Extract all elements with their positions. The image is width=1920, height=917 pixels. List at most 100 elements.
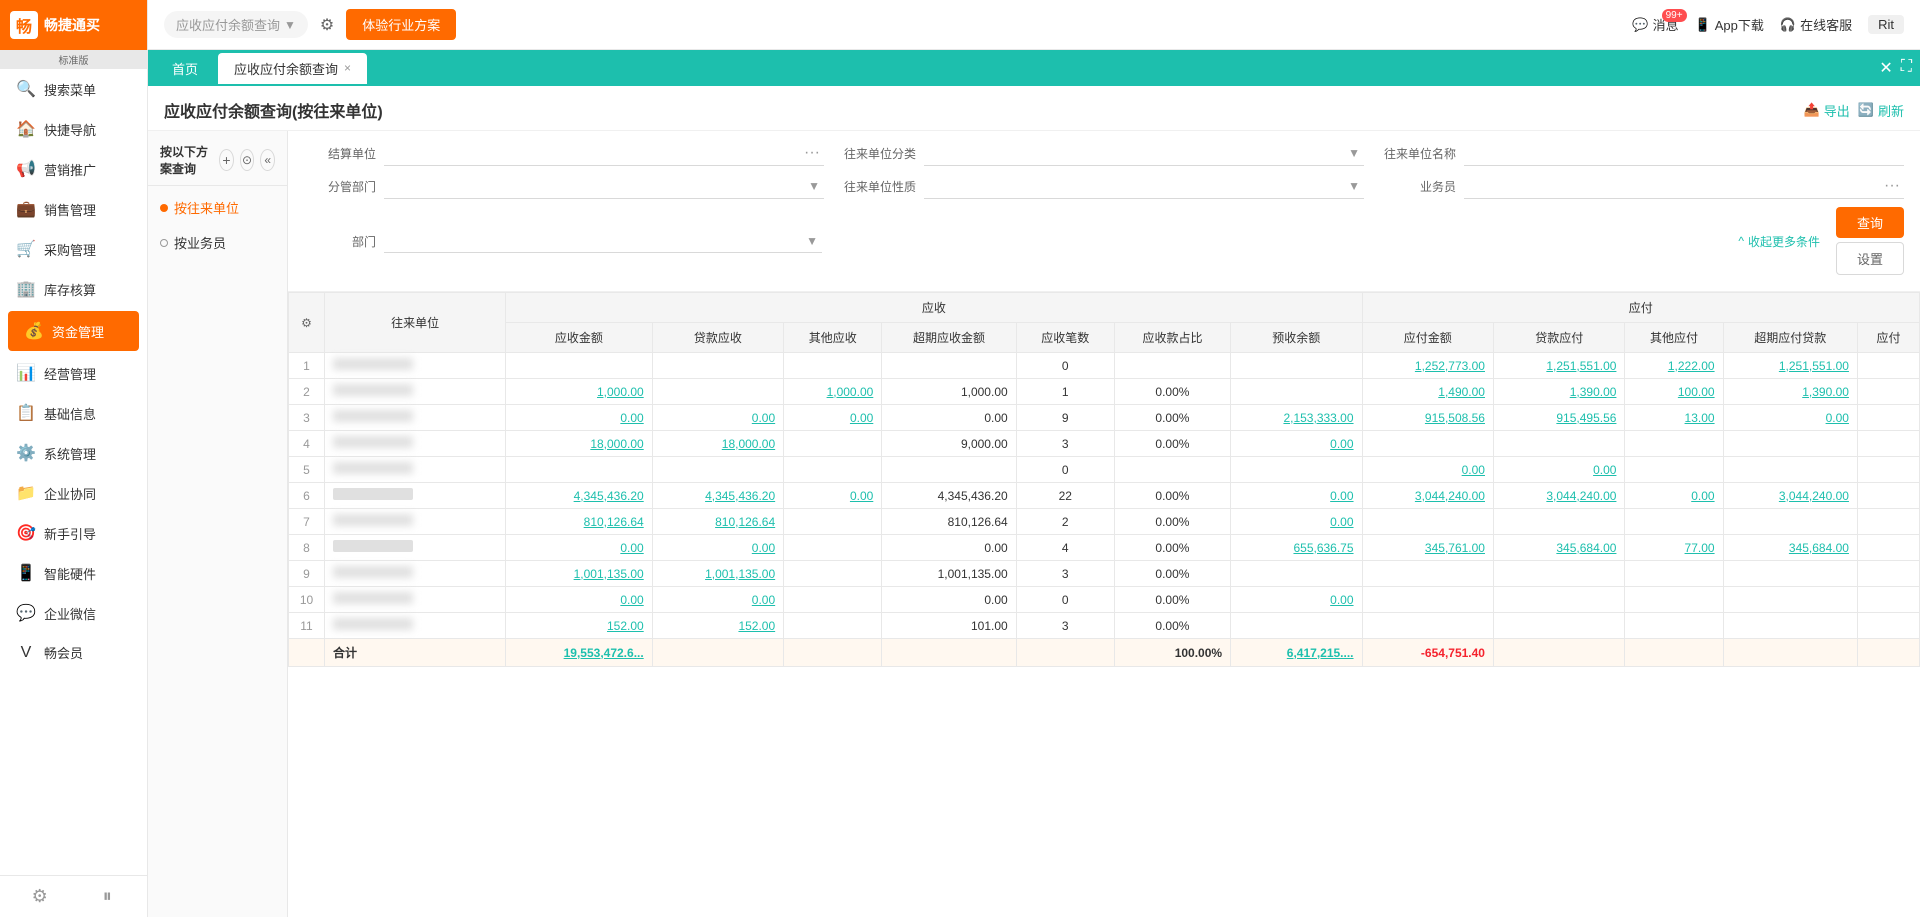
pause-bottom-btn[interactable]: ⏸ (78, 886, 138, 907)
table-cell[interactable]: 152.00 (652, 613, 783, 639)
table-cell[interactable]: 0.00 (652, 535, 783, 561)
partner-category-input[interactable]: ▼ (924, 142, 1364, 166)
table-cell[interactable]: 915,495.56 (1493, 405, 1624, 431)
salesperson-input[interactable]: ··· (1464, 174, 1904, 199)
table-cell[interactable]: 345,761.00 (1362, 535, 1493, 561)
table-cell[interactable]: 1,222.00 (1625, 353, 1723, 379)
sidebar-item-hardware[interactable]: 📱 智能硬件 (0, 553, 147, 593)
table-cell[interactable]: 0.00 (1723, 405, 1857, 431)
table-cell[interactable]: 655,636.75 (1231, 535, 1362, 561)
partner-name-input[interactable] (1464, 142, 1904, 166)
table-cell[interactable]: 18,000.00 (506, 431, 653, 457)
table-cell[interactable]: 0.00 (784, 483, 882, 509)
collapse-more-btn[interactable]: ^ 收起更多条件 (1738, 229, 1820, 254)
table-cell[interactable]: 18,000.00 (652, 431, 783, 457)
add-scheme-button[interactable]: + (219, 149, 234, 171)
settings-gear-icon[interactable]: ⚙ (320, 15, 334, 35)
table-cell[interactable]: 3,044,240.00 (1493, 483, 1624, 509)
table-cell[interactable]: 0.00 (506, 405, 653, 431)
table-cell[interactable]: 345,684.00 (1493, 535, 1624, 561)
tab-close-window-icon[interactable]: ✕ (1879, 58, 1892, 78)
setting-button[interactable]: 设置 (1836, 242, 1904, 275)
filter-dept: 分管部门 ▼ (304, 174, 824, 199)
message-button[interactable]: 💬 消息 99+ (1632, 15, 1678, 34)
tab-maximize-icon[interactable]: ⛶ (1901, 58, 1912, 78)
nav-by-partner[interactable]: 按往来单位 (148, 190, 287, 225)
table-cell[interactable]: 0.00 (652, 405, 783, 431)
solution-button[interactable]: 体验行业方案 (346, 9, 456, 40)
table-cell[interactable]: 1,001,135.00 (506, 561, 653, 587)
table-cell[interactable]: 1,251,551.00 (1723, 353, 1857, 379)
settings-bottom-btn[interactable]: ⚙ (10, 886, 70, 907)
sidebar-item-member[interactable]: V 畅会员 (0, 633, 147, 672)
sidebar-item-operation[interactable]: 📊 经营管理 (0, 353, 147, 393)
sidebar-item-cooperation[interactable]: 📁 企业协同 (0, 473, 147, 513)
sidebar-item-marketing[interactable]: 📢 营销推广 (0, 149, 147, 189)
table-cell[interactable]: 0.00 (1231, 509, 1362, 535)
table-cell[interactable]: 810,126.64 (652, 509, 783, 535)
table-cell[interactable]: 1,000.00 (784, 379, 882, 405)
table-cell[interactable]: 0.00 (784, 405, 882, 431)
table-cell[interactable]: 1,251,551.00 (1493, 353, 1624, 379)
sidebar-item-finance[interactable]: 💰 资金管理 (8, 311, 139, 351)
table-cell[interactable]: 915,508.56 (1362, 405, 1493, 431)
table-cell[interactable]: 1,252,773.00 (1362, 353, 1493, 379)
department-input[interactable]: ▼ (384, 229, 822, 253)
table-cell[interactable]: 0.00 (652, 587, 783, 613)
table-cell (1362, 561, 1493, 587)
query-button[interactable]: 查询 (1836, 207, 1904, 238)
nav-by-salesperson[interactable]: 按业务员 (148, 225, 287, 260)
table-cell (1493, 613, 1624, 639)
settlement-unit-input[interactable]: ··· (384, 141, 824, 166)
table-cell[interactable]: 2,153,333.00 (1231, 405, 1362, 431)
table-cell[interactable]: 810,126.64 (506, 509, 653, 535)
table-cell[interactable]: 77.00 (1625, 535, 1723, 561)
table-cell[interactable]: 0.00 (1493, 457, 1624, 483)
table-cell[interactable]: 100.00 (1625, 379, 1723, 405)
table-cell[interactable]: 0.00 (1362, 457, 1493, 483)
tab-ar-query[interactable]: 应收应付余额查询 × (218, 53, 367, 84)
table-cell[interactable]: 0.00 (1231, 587, 1362, 613)
dept-input[interactable]: ▼ (384, 175, 824, 199)
table-cell[interactable]: 1,490.00 (1362, 379, 1493, 405)
table-cell[interactable]: 0.00 (1231, 431, 1362, 457)
table-cell[interactable]: 0.00 (1231, 483, 1362, 509)
table-cell[interactable]: 1,000.00 (506, 379, 653, 405)
app-download-button[interactable]: 📱 App下载 (1695, 15, 1764, 34)
table-cell[interactable]: 345,684.00 (1723, 535, 1857, 561)
table-cell[interactable]: 0.00 (506, 535, 653, 561)
partner-nature-input[interactable]: ▼ (924, 175, 1364, 199)
sidebar-item-inventory[interactable]: 🏢 库存核算 (0, 269, 147, 309)
sidebar-item-weixin[interactable]: 💬 企业微信 (0, 593, 147, 633)
online-service-button[interactable]: 🎧 在线客服 (1780, 15, 1852, 34)
table-cell[interactable]: 152.00 (506, 613, 653, 639)
th-settings[interactable]: ⚙ (289, 293, 325, 353)
total-prepay[interactable]: 6,417,215.... (1231, 639, 1362, 667)
table-cell[interactable]: 3,044,240.00 (1362, 483, 1493, 509)
sidebar-item-search-menu[interactable]: 🔍 搜索菜单 (0, 69, 147, 109)
export-button[interactable]: 📤 导出 (1804, 101, 1850, 120)
sidebar-item-sales[interactable]: 💼 销售管理 (0, 189, 147, 229)
sidebar-item-system[interactable]: ⚙️ 系统管理 (0, 433, 147, 473)
table-cell[interactable]: 0.00 (506, 587, 653, 613)
user-info[interactable]: Rit (1868, 15, 1904, 34)
edit-scheme-button[interactable]: ⊙ (240, 149, 255, 171)
refresh-button[interactable]: 🔄 刷新 (1858, 101, 1904, 120)
tab-close-icon[interactable]: × (344, 61, 351, 75)
table-cell[interactable]: 13.00 (1625, 405, 1723, 431)
table-cell[interactable]: 1,390.00 (1493, 379, 1624, 405)
total-ar-amount[interactable]: 19,553,472.6... (506, 639, 653, 667)
table-cell[interactable]: 4,345,436.20 (506, 483, 653, 509)
sidebar-item-purchase[interactable]: 🛒 采购管理 (0, 229, 147, 269)
table-cell[interactable]: 1,390.00 (1723, 379, 1857, 405)
table-cell[interactable]: 4,345,436.20 (652, 483, 783, 509)
sidebar-item-guide[interactable]: 🎯 新手引导 (0, 513, 147, 553)
table-settings-icon[interactable]: ⚙ (301, 316, 312, 330)
table-cell[interactable]: 3,044,240.00 (1723, 483, 1857, 509)
table-cell[interactable]: 1,001,135.00 (652, 561, 783, 587)
table-cell[interactable]: 0.00 (1625, 483, 1723, 509)
tab-home[interactable]: 首页 (156, 53, 214, 84)
sidebar-item-quick-nav[interactable]: 🏠 快捷导航 (0, 109, 147, 149)
collapse-scheme-button[interactable]: « (260, 149, 275, 171)
sidebar-item-basic[interactable]: 📋 基础信息 (0, 393, 147, 433)
